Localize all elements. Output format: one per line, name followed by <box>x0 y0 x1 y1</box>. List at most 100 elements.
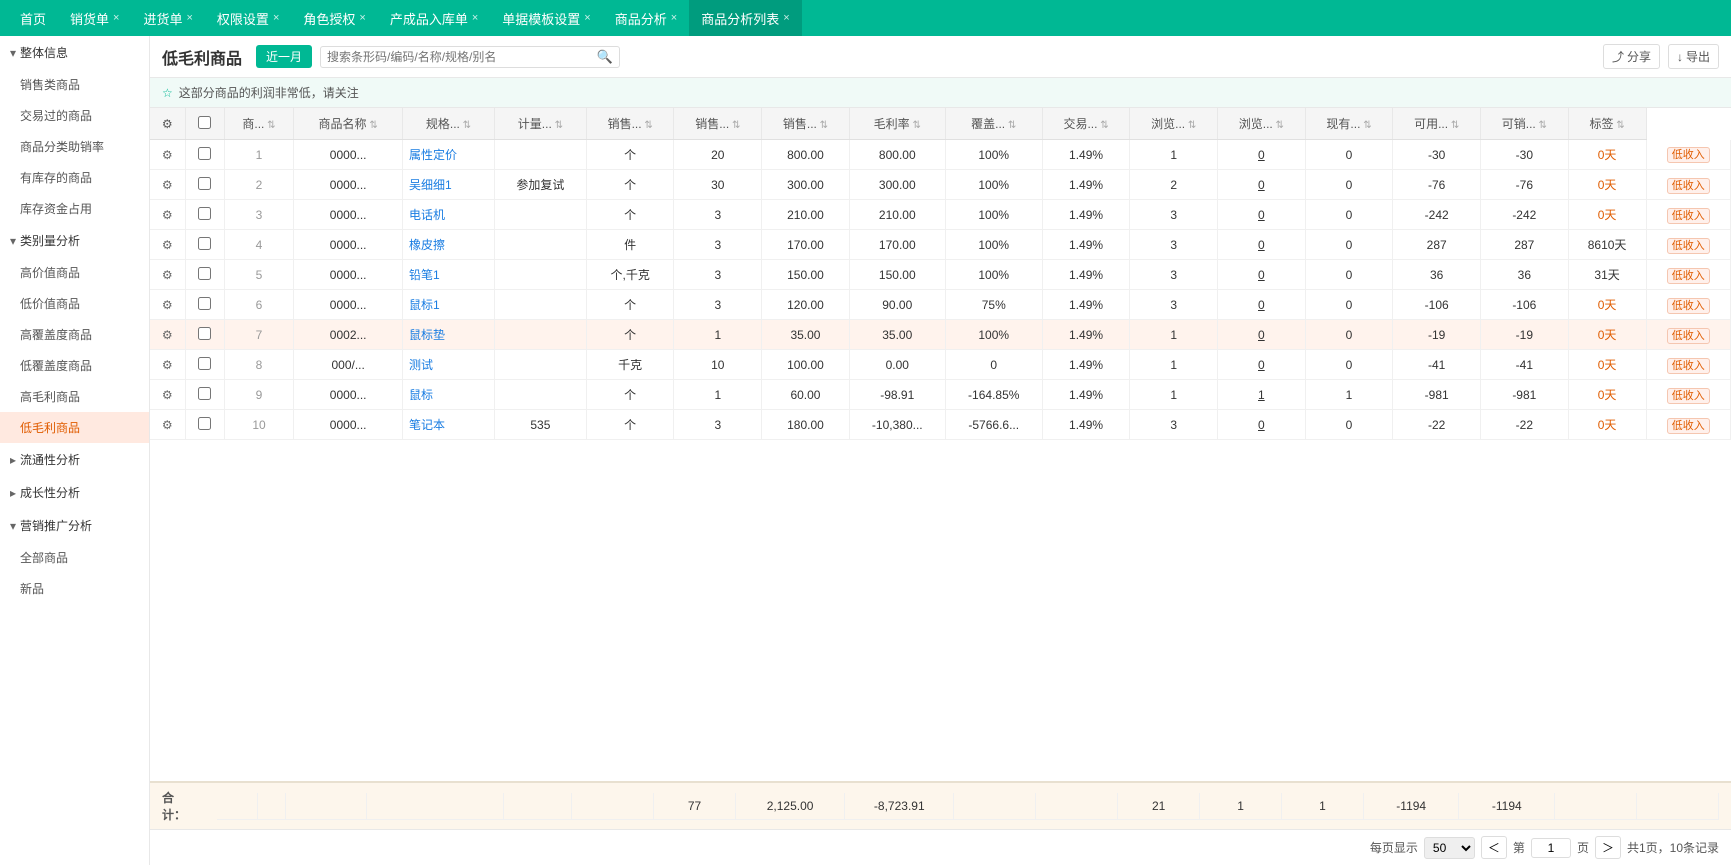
col-browse2[interactable]: 浏览... <box>1218 108 1306 140</box>
row-settings[interactable]: ⚙ <box>150 260 185 290</box>
nav-template-close[interactable]: × <box>584 12 590 24</box>
nav-sales[interactable]: 销货单 × <box>58 0 131 36</box>
row-browse1[interactable]: 0 <box>1218 410 1306 440</box>
nav-product-entry[interactable]: 产成品入库单 × <box>378 0 490 36</box>
row-browse1[interactable]: 0 <box>1218 200 1306 230</box>
row-checkbox[interactable] <box>185 140 224 170</box>
sidebar-item-all-products[interactable]: 全部商品 <box>0 542 149 573</box>
col-current-stock[interactable]: 现有... <box>1305 108 1393 140</box>
row-checkbox[interactable] <box>185 290 224 320</box>
row-checkbox-input[interactable] <box>198 357 211 370</box>
browse1-value[interactable]: 0 <box>1258 328 1265 342</box>
browse1-value[interactable]: 0 <box>1258 208 1265 222</box>
row-settings[interactable]: ⚙ <box>150 320 185 350</box>
row-settings[interactable]: ⚙ <box>150 290 185 320</box>
sidebar-group-category[interactable]: ▾ 类别量分析 <box>0 224 149 257</box>
sidebar-group-marketing[interactable]: ▾ 营销推广分析 <box>0 509 149 542</box>
row-name[interactable]: 电话机 <box>403 200 495 230</box>
share-button[interactable]: ⤴ 分享 <box>1603 44 1660 69</box>
col-sellable-days[interactable]: 可销... <box>1481 108 1569 140</box>
browse1-value[interactable]: 0 <box>1258 148 1265 162</box>
sidebar-item-capital-usage[interactable]: 库存资金占用 <box>0 193 149 224</box>
row-checkbox-input[interactable] <box>198 417 211 430</box>
col-coverage[interactable]: 覆盖... <box>945 108 1042 140</box>
browse1-value[interactable]: 1 <box>1258 388 1265 402</box>
row-settings-icon[interactable]: ⚙ <box>162 358 173 372</box>
row-settings[interactable]: ⚙ <box>150 230 185 260</box>
col-sales-amount[interactable]: 销售... <box>674 108 762 140</box>
row-settings-icon[interactable]: ⚙ <box>162 148 173 162</box>
row-name[interactable]: 橡皮擦 <box>403 230 495 260</box>
row-name[interactable]: 铅笔1 <box>403 260 495 290</box>
row-name[interactable]: 鼠标垫 <box>403 320 495 350</box>
nav-product-analysis[interactable]: 商品分析 × <box>603 0 689 36</box>
col-sales-profit[interactable]: 销售... <box>762 108 850 140</box>
col-gross-margin[interactable]: 毛利率 <box>849 108 945 140</box>
sidebar-group-growth[interactable]: ▸ 成长性分析 <box>0 476 149 509</box>
nav-roles[interactable]: 角色授权 × <box>291 0 377 36</box>
row-checkbox-input[interactable] <box>198 267 211 280</box>
row-checkbox[interactable] <box>185 410 224 440</box>
row-settings[interactable]: ⚙ <box>150 380 185 410</box>
row-browse1[interactable]: 0 <box>1218 260 1306 290</box>
row-settings[interactable]: ⚙ <box>150 350 185 380</box>
row-settings[interactable]: ⚙ <box>150 170 185 200</box>
row-browse1[interactable]: 0 <box>1218 290 1306 320</box>
browse1-value[interactable]: 0 <box>1258 358 1265 372</box>
nav-permissions[interactable]: 权限设置 × <box>205 0 291 36</box>
browse1-value[interactable]: 0 <box>1258 418 1265 432</box>
row-checkbox-input[interactable] <box>198 387 211 400</box>
nav-product-analysis-list[interactable]: 商品分析列表 × <box>689 0 801 36</box>
col-transaction[interactable]: 交易... <box>1042 108 1130 140</box>
browse1-value[interactable]: 0 <box>1258 178 1265 192</box>
prev-page-button[interactable]: ＜ <box>1481 836 1507 859</box>
row-checkbox[interactable] <box>185 230 224 260</box>
row-name[interactable]: 测试 <box>403 350 495 380</box>
col-browse1[interactable]: 浏览... <box>1130 108 1218 140</box>
nav-product-analysis-close[interactable]: × <box>671 12 677 24</box>
nav-permissions-close[interactable]: × <box>273 12 279 24</box>
sidebar-item-category-rate[interactable]: 商品分类助销率 <box>0 131 149 162</box>
row-settings-icon[interactable]: ⚙ <box>162 388 173 402</box>
nav-purchase-close[interactable]: × <box>186 12 192 24</box>
nav-product-entry-close[interactable]: × <box>472 12 478 24</box>
row-settings-icon[interactable]: ⚙ <box>162 298 173 312</box>
search-input[interactable] <box>327 50 597 64</box>
sidebar-group-flow[interactable]: ▸ 流通性分析 <box>0 443 149 476</box>
row-browse1[interactable]: 0 <box>1218 230 1306 260</box>
browse1-value[interactable]: 0 <box>1258 238 1265 252</box>
row-checkbox-input[interactable] <box>198 237 211 250</box>
sidebar-item-sales-products[interactable]: 销售类商品 <box>0 69 149 100</box>
row-checkbox-input[interactable] <box>198 327 211 340</box>
row-browse1[interactable]: 0 <box>1218 320 1306 350</box>
sidebar-item-traded-products[interactable]: 交易过的商品 <box>0 100 149 131</box>
col-unit[interactable]: 计量... <box>494 108 586 140</box>
sidebar-item-low-coverage[interactable]: 低覆盖度商品 <box>0 350 149 381</box>
next-page-button[interactable]: ＞ <box>1595 836 1621 859</box>
row-settings[interactable]: ⚙ <box>150 200 185 230</box>
row-checkbox[interactable] <box>185 380 224 410</box>
row-browse1[interactable]: 0 <box>1218 170 1306 200</box>
row-checkbox[interactable] <box>185 170 224 200</box>
row-checkbox[interactable] <box>185 320 224 350</box>
row-browse1[interactable]: 0 <box>1218 140 1306 170</box>
nav-template[interactable]: 单据模板设置 × <box>490 0 602 36</box>
sidebar-group-overview[interactable]: ▾ 整体信息 <box>0 36 149 69</box>
row-checkbox-input[interactable] <box>198 177 211 190</box>
sidebar-item-low-margin[interactable]: 低毛利商品 <box>0 412 149 443</box>
row-settings-icon[interactable]: ⚙ <box>162 178 173 192</box>
nav-home[interactable]: 首页 <box>8 0 58 36</box>
export-button[interactable]: ↓ 导出 <box>1668 44 1719 69</box>
col-settings[interactable]: ⚙ <box>150 108 185 140</box>
sidebar-item-in-stock[interactable]: 有库存的商品 <box>0 162 149 193</box>
row-checkbox-input[interactable] <box>198 297 211 310</box>
row-name[interactable]: 笔记本 <box>403 410 495 440</box>
col-spec[interactable]: 规格... <box>403 108 495 140</box>
row-checkbox-input[interactable] <box>198 147 211 160</box>
row-checkbox-input[interactable] <box>198 207 211 220</box>
row-settings-icon[interactable]: ⚙ <box>162 268 173 282</box>
row-checkbox[interactable] <box>185 260 224 290</box>
row-settings[interactable]: ⚙ <box>150 410 185 440</box>
col-tag[interactable]: 标签 <box>1568 108 1646 140</box>
row-settings-icon[interactable]: ⚙ <box>162 208 173 222</box>
